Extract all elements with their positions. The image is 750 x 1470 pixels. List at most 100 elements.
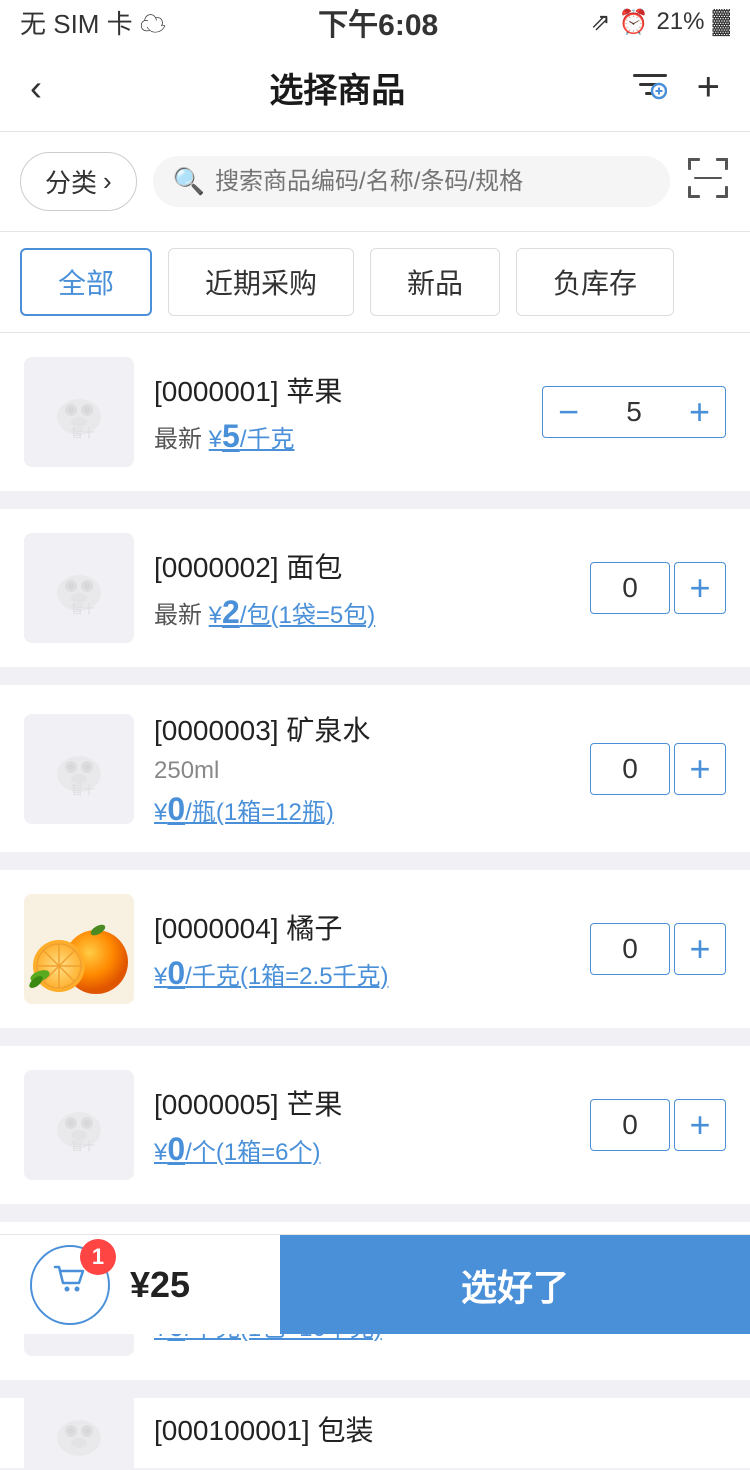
back-button[interactable]: ‹: [30, 67, 42, 109]
price-unit: /包(1袋=5包): [240, 602, 375, 629]
quantity-input[interactable]: [594, 386, 674, 438]
tab-recent[interactable]: 近期采购: [168, 248, 354, 316]
quantity-plus-button[interactable]: +: [674, 743, 726, 795]
product-name: [0000004] 橘子: [154, 907, 570, 947]
product-controls: − +: [542, 386, 726, 438]
page-title: 选择商品: [269, 63, 405, 112]
price-currency: ¥: [209, 602, 222, 629]
price-value: 5: [222, 418, 240, 454]
product-controls: +: [590, 1099, 726, 1151]
status-left: 无 SIM 卡 ☁: [20, 4, 166, 41]
price-value: 0: [167, 1131, 185, 1167]
price-currency: ¥: [154, 963, 167, 990]
svg-text:智十: 智十: [71, 601, 95, 616]
product-image: 智十: [24, 533, 134, 643]
confirm-button[interactable]: 选好了: [280, 1235, 750, 1334]
filter-icon[interactable]: [633, 67, 667, 109]
product-price: ¥0/千克(1箱=2.5千克): [154, 955, 570, 992]
nav-actions: +: [633, 65, 720, 110]
price-unit: /千克: [240, 426, 295, 453]
product-price: 最新 ¥5/千克: [154, 418, 522, 455]
product-image: 智十: [24, 357, 134, 467]
sim-label: 无 SIM 卡 ☁: [20, 4, 166, 41]
tab-all[interactable]: 全部: [20, 248, 152, 316]
product-controls: +: [590, 562, 726, 614]
search-box: 🔍: [153, 156, 670, 207]
product-controls: +: [590, 923, 726, 975]
search-icon: 🔍: [173, 166, 205, 197]
product-controls: +: [590, 743, 726, 795]
tab-new[interactable]: 新品: [370, 248, 500, 316]
price-currency: ¥: [154, 799, 167, 826]
price-value: 0: [167, 955, 185, 991]
product-image: 智十: [24, 1070, 134, 1180]
quantity-input[interactable]: [590, 923, 670, 975]
nav-bar: ‹ 选择商品 +: [0, 44, 750, 132]
product-name: [0000001] 苹果: [154, 370, 522, 410]
quantity-plus-button[interactable]: +: [674, 923, 726, 975]
price-unit: /个(1箱=6个): [185, 1139, 320, 1166]
quantity-input[interactable]: [590, 1099, 670, 1151]
price-value: 0: [167, 791, 185, 827]
product-name: [0000002] 面包: [154, 546, 570, 586]
cart-area: 1 ¥25: [0, 1245, 280, 1325]
product-price: ¥0/瓶(1箱=12瓶): [154, 791, 570, 828]
search-input[interactable]: [215, 168, 650, 196]
product-name: [0000003] 矿泉水: [154, 709, 570, 749]
quantity-input[interactable]: [590, 562, 670, 614]
add-icon[interactable]: +: [697, 65, 720, 110]
quantity-plus-button[interactable]: +: [674, 386, 726, 438]
list-item: 智十 [0000002] 面包 最新 ¥2/包(1袋=5包) +: [0, 509, 750, 667]
quantity-minus-button[interactable]: −: [542, 386, 594, 438]
price-currency: ¥: [209, 426, 222, 453]
status-bar: 无 SIM 卡 ☁ 下午6:08 ⇗ ⏰ 21% ▓: [0, 0, 750, 44]
scan-icon[interactable]: [686, 156, 730, 208]
filter-bar: 分类 › 🔍: [0, 132, 750, 232]
tabs-bar: 全部 近期采购 新品 负库存: [0, 232, 750, 333]
alarm-icon: ⏰: [619, 8, 649, 37]
svg-text:智十: 智十: [71, 1138, 95, 1153]
list-item: [0000004] 橘子 ¥0/千克(1箱=2.5千克) +: [0, 870, 750, 1028]
product-image: [24, 894, 134, 1004]
status-time: 下午6:08: [318, 0, 438, 44]
product-name: [0000005] 芒果: [154, 1083, 570, 1123]
product-name: [000100001] 包装: [154, 1409, 726, 1449]
price-unit: /千克(1箱=2.5千克): [185, 963, 388, 990]
product-price: 最新 ¥2/包(1袋=5包): [154, 594, 570, 631]
list-item: [000100001] 包装: [0, 1398, 750, 1468]
battery-label: 21%: [656, 8, 704, 36]
price-unit: /瓶(1箱=12瓶): [185, 799, 334, 826]
category-chevron: ›: [103, 166, 112, 197]
price-label: 最新: [154, 602, 209, 629]
list-item: 智十 [0000003] 矿泉水 250ml ¥0/瓶(1箱=12瓶) +: [0, 685, 750, 852]
battery-icon: ▓: [713, 8, 731, 36]
product-image: [24, 1398, 134, 1468]
product-info: [0000004] 橘子 ¥0/千克(1箱=2.5千克): [154, 907, 570, 992]
price-label: 最新: [154, 426, 209, 453]
price-currency: ¥: [154, 1139, 167, 1166]
tab-negative[interactable]: 负库存: [516, 248, 674, 316]
quantity-plus-button[interactable]: +: [674, 562, 726, 614]
list-item: 智十 [0000005] 芒果 ¥0/个(1箱=6个) +: [0, 1046, 750, 1204]
svg-text:智十: 智十: [71, 782, 95, 797]
quantity-plus-button[interactable]: +: [674, 1099, 726, 1151]
product-info: [0000001] 苹果 最新 ¥5/千克: [154, 370, 522, 455]
bottom-bar: 1 ¥25 选好了: [0, 1234, 750, 1334]
cart-total: ¥25: [130, 1264, 190, 1306]
svg-text:智十: 智十: [71, 425, 95, 440]
status-right: ⇗ ⏰ 21% ▓: [590, 8, 730, 37]
cart-badge: 1: [80, 1239, 116, 1275]
product-price: ¥0/个(1箱=6个): [154, 1131, 570, 1168]
cart-button[interactable]: 1: [30, 1245, 110, 1325]
quantity-input[interactable]: [590, 743, 670, 795]
product-image: 智十: [24, 714, 134, 824]
category-button[interactable]: 分类 ›: [20, 152, 137, 211]
product-spec: 250ml: [154, 757, 570, 785]
product-info: [0000003] 矿泉水 250ml ¥0/瓶(1箱=12瓶): [154, 709, 570, 828]
price-value: 2: [222, 594, 240, 630]
list-item: 智十 [0000001] 苹果 最新 ¥5/千克 − +: [0, 333, 750, 491]
location-icon: ⇗: [590, 8, 610, 37]
product-info: [000100001] 包装: [154, 1409, 726, 1457]
category-label: 分类: [45, 163, 97, 200]
product-info: [0000005] 芒果 ¥0/个(1箱=6个): [154, 1083, 570, 1168]
